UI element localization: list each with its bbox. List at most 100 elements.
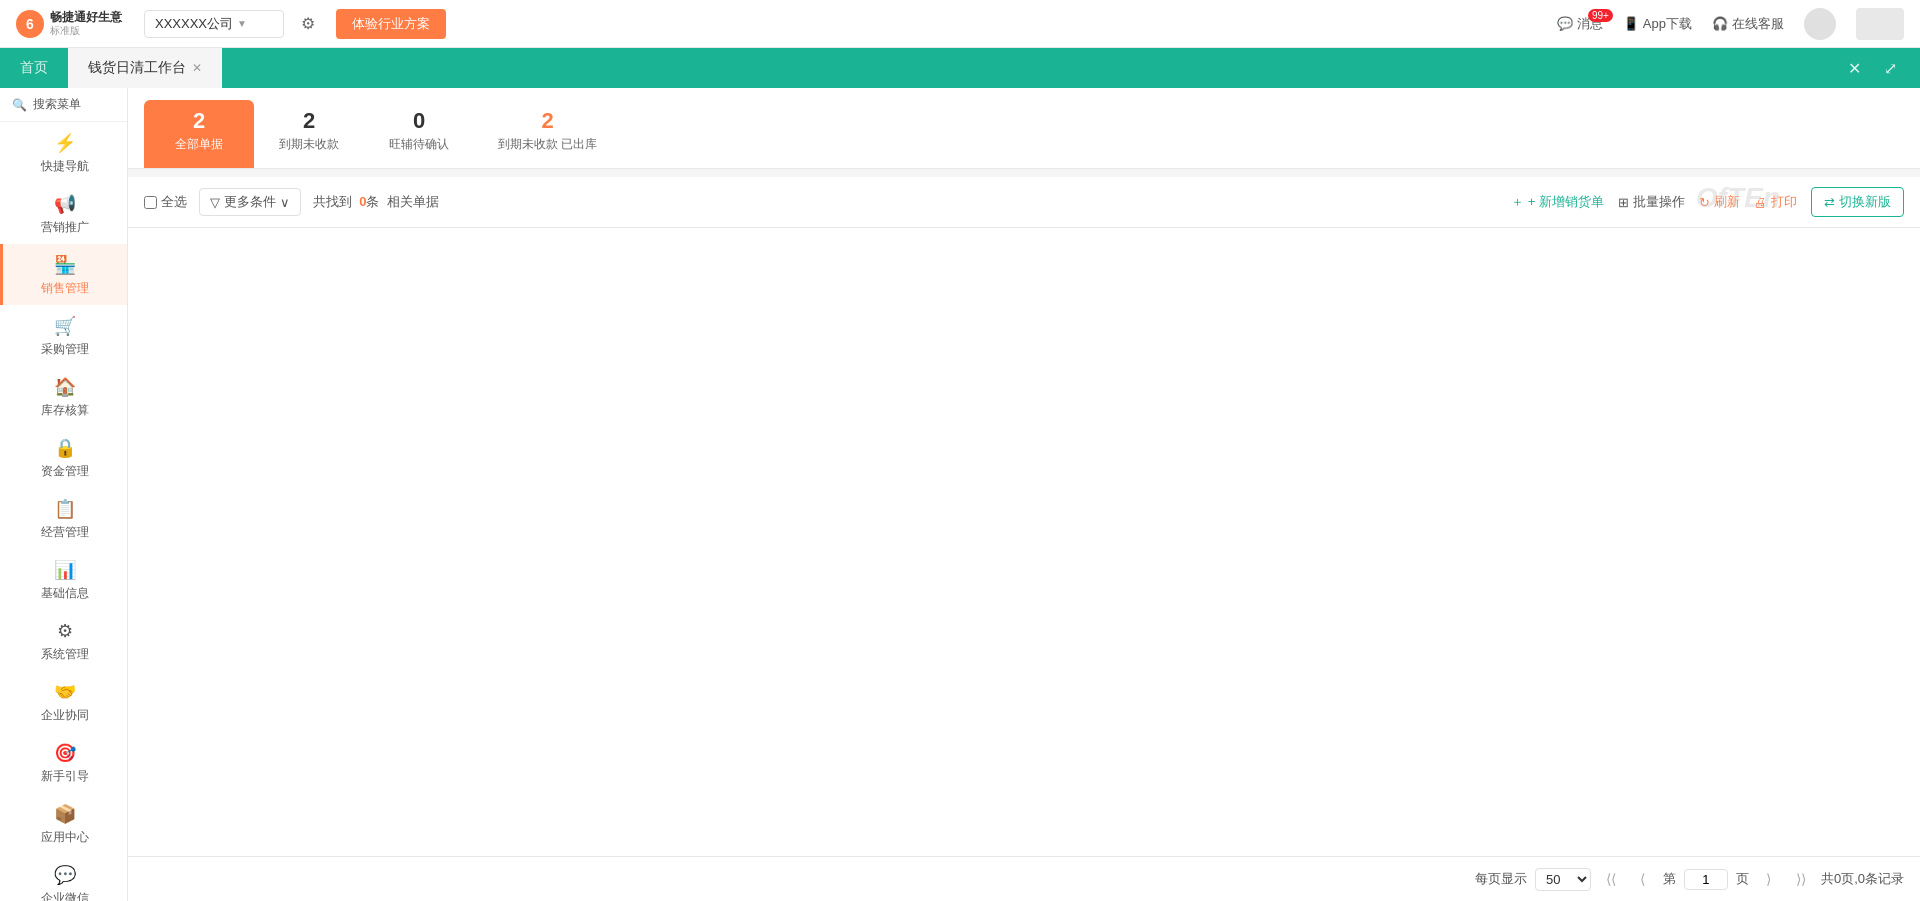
trial-button[interactable]: 体验行业方案 [336, 9, 446, 39]
next-page-button[interactable]: ⟩ [1757, 867, 1781, 891]
operations-icon: 📋 [54, 498, 76, 520]
sidebar-item-wecom[interactable]: 💬 企业微信 [0, 854, 127, 901]
sidebar-label-purchase: 采购管理 [41, 341, 89, 358]
tab-home[interactable]: 首页 [0, 48, 68, 88]
settings-icon[interactable]: ⚙ [292, 8, 324, 40]
found-prefix: 共找到 [313, 194, 352, 209]
sidebar-label-finance: 资金管理 [41, 463, 89, 480]
add-sale-order-button[interactable]: ＋ + 新增销货单 [1511, 193, 1604, 211]
add-icon: ＋ [1511, 193, 1524, 211]
stat-tab-overdue-shipped[interactable]: 2 到期未收款 已出库 [474, 100, 621, 168]
download-icon: 📱 [1623, 16, 1639, 31]
select-all-input[interactable] [144, 196, 157, 209]
related-label: 相关单据 [387, 194, 439, 209]
tab-minimize-button[interactable]: ✕ [1840, 54, 1868, 82]
tab-workbench-label: 钱货日清工作台 [88, 59, 186, 77]
basic-info-icon: 📊 [54, 559, 76, 581]
stat-label-overdue-shipped: 到期未收款 已出库 [498, 136, 597, 153]
last-page-button[interactable]: ⟩⟩ [1789, 867, 1813, 891]
finance-icon: 🔒 [54, 437, 76, 459]
sales-icon: 🏪 [54, 254, 76, 276]
online-service-action[interactable]: 🎧 在线客服 [1712, 15, 1784, 33]
refresh-icon: ↻ [1699, 195, 1710, 210]
filter-label: 更多条件 [224, 193, 276, 211]
page-number-input[interactable] [1684, 869, 1728, 890]
filter-chevron-icon: ∨ [280, 195, 290, 210]
print-label: 打印 [1771, 193, 1797, 211]
tab-bar: 首页 钱货日清工作台 ✕ ✕ ⤢ [0, 48, 1920, 88]
purchase-icon: 🛒 [54, 315, 76, 337]
app-center-icon: 📦 [54, 803, 76, 825]
sidebar-item-sales[interactable]: 🏪 销售管理 [0, 244, 127, 305]
select-all-label: 全选 [161, 193, 187, 211]
logo-main-text: 畅捷通好生意 [50, 10, 122, 24]
stat-label-all: 全部单据 [175, 136, 223, 153]
stat-tab-all[interactable]: 2 全部单据 [144, 100, 254, 168]
enterprise-icon: 🤝 [54, 681, 76, 703]
sidebar-item-system[interactable]: ⚙ 系统管理 [0, 610, 127, 671]
switch-new-version-button[interactable]: ⇄ 切换新版 [1811, 187, 1904, 217]
stat-number-pending: 0 [413, 108, 425, 134]
refresh-button[interactable]: ↻ 刷新 [1699, 193, 1740, 211]
stat-tab-pending[interactable]: 0 旺辅待确认 [364, 100, 474, 168]
user-avatar[interactable] [1804, 8, 1836, 40]
search-icon: 🔍 [12, 98, 27, 112]
batch-icon: ⊞ [1618, 195, 1629, 210]
sidebar-label-basic-info: 基础信息 [41, 585, 89, 602]
footer-pagination: 每页显示 50 20 100 ⟨⟨ ⟨ 第 页 ⟩ ⟩⟩ 共0页,0条记录 [128, 856, 1920, 901]
per-page-select[interactable]: 50 20 100 [1535, 868, 1591, 891]
quick-nav-icon: ⚡ [54, 132, 76, 154]
top-header: 6 畅捷通好生意 标准版 XXXXXX公司 ▼ ⚙ 体验行业方案 💬 消息 99… [0, 0, 1920, 48]
prev-page-button[interactable]: ⟨ [1631, 867, 1655, 891]
sidebar-item-finance[interactable]: 🔒 资金管理 [0, 427, 127, 488]
stat-number-overdue: 2 [303, 108, 315, 134]
first-page-button[interactable]: ⟨⟨ [1599, 867, 1623, 891]
tab-close-icon[interactable]: ✕ [192, 61, 202, 75]
tab-workbench[interactable]: 钱货日清工作台 ✕ [68, 48, 222, 88]
total-label: 共0页,0条记录 [1821, 870, 1904, 888]
content-area: 2 全部单据 2 到期未收款 0 旺辅待确认 2 到期未收款 已出库 全选 [128, 88, 1920, 901]
logo-icon: 6 [16, 10, 44, 38]
sidebar-item-guide[interactable]: 🎯 新手引导 [0, 732, 127, 793]
stat-label-pending: 旺辅待确认 [389, 136, 449, 153]
sidebar-label-inventory: 库存核算 [41, 402, 89, 419]
sidebar-item-app-center[interactable]: 📦 应用中心 [0, 793, 127, 854]
user-avatar2[interactable] [1856, 8, 1904, 40]
wecom-icon: 💬 [54, 864, 76, 886]
sidebar-item-quick-nav[interactable]: ⚡ 快捷导航 [0, 122, 127, 183]
search-menu-label: 搜索菜单 [33, 96, 81, 113]
sidebar-item-purchase[interactable]: 🛒 采购管理 [0, 305, 127, 366]
batch-action-button[interactable]: ⊞ 批量操作 [1618, 193, 1685, 211]
toolbar-right: ＋ + 新增销货单 ⊞ 批量操作 ↻ 刷新 🖨 打印 ⇄ 切换新版 [1511, 187, 1904, 217]
app-download-action[interactable]: 📱 App下载 [1623, 15, 1692, 33]
sidebar-item-inventory[interactable]: 🏠 库存核算 [0, 366, 127, 427]
app-download-label: App下载 [1643, 15, 1692, 33]
sidebar-label-system: 系统管理 [41, 646, 89, 663]
sidebar-item-marketing[interactable]: 📢 营销推广 [0, 183, 127, 244]
print-button[interactable]: 🖨 打印 [1754, 193, 1797, 211]
messages-action[interactable]: 💬 消息 99+ [1557, 15, 1603, 33]
message-icon: 💬 [1557, 16, 1573, 31]
filter-icon: ▽ [210, 195, 220, 210]
refresh-label: 刷新 [1714, 193, 1740, 211]
online-service-label: 在线客服 [1732, 15, 1784, 33]
select-all-checkbox[interactable]: 全选 [144, 193, 187, 211]
sidebar-label-guide: 新手引导 [41, 768, 89, 785]
company-selector[interactable]: XXXXXX公司 ▼ [144, 10, 284, 38]
header-right: 💬 消息 99+ 📱 App下载 🎧 在线客服 [1557, 8, 1904, 40]
sidebar-search[interactable]: 🔍 搜索菜单 [0, 88, 127, 122]
tab-expand-button[interactable]: ⤢ [1876, 54, 1904, 82]
stat-tab-overdue[interactable]: 2 到期未收款 [254, 100, 364, 168]
messages-badge: 99+ [1588, 9, 1613, 22]
sidebar-label-marketing: 营销推广 [41, 219, 89, 236]
sidebar-label-operations: 经营管理 [41, 524, 89, 541]
sidebar-label-sales: 销售管理 [41, 280, 89, 297]
service-icon: 🎧 [1712, 16, 1728, 31]
sidebar-item-operations[interactable]: 📋 经营管理 [0, 488, 127, 549]
sidebar: 🔍 搜索菜单 ⚡ 快捷导航 📢 营销推广 🏪 销售管理 🛒 采购管理 🏠 库存核… [0, 88, 128, 901]
inventory-icon: 🏠 [54, 376, 76, 398]
sidebar-item-enterprise[interactable]: 🤝 企业协同 [0, 671, 127, 732]
filter-button[interactable]: ▽ 更多条件 ∨ [199, 188, 301, 216]
content-body [128, 228, 1920, 856]
sidebar-item-basic-info[interactable]: 📊 基础信息 [0, 549, 127, 610]
